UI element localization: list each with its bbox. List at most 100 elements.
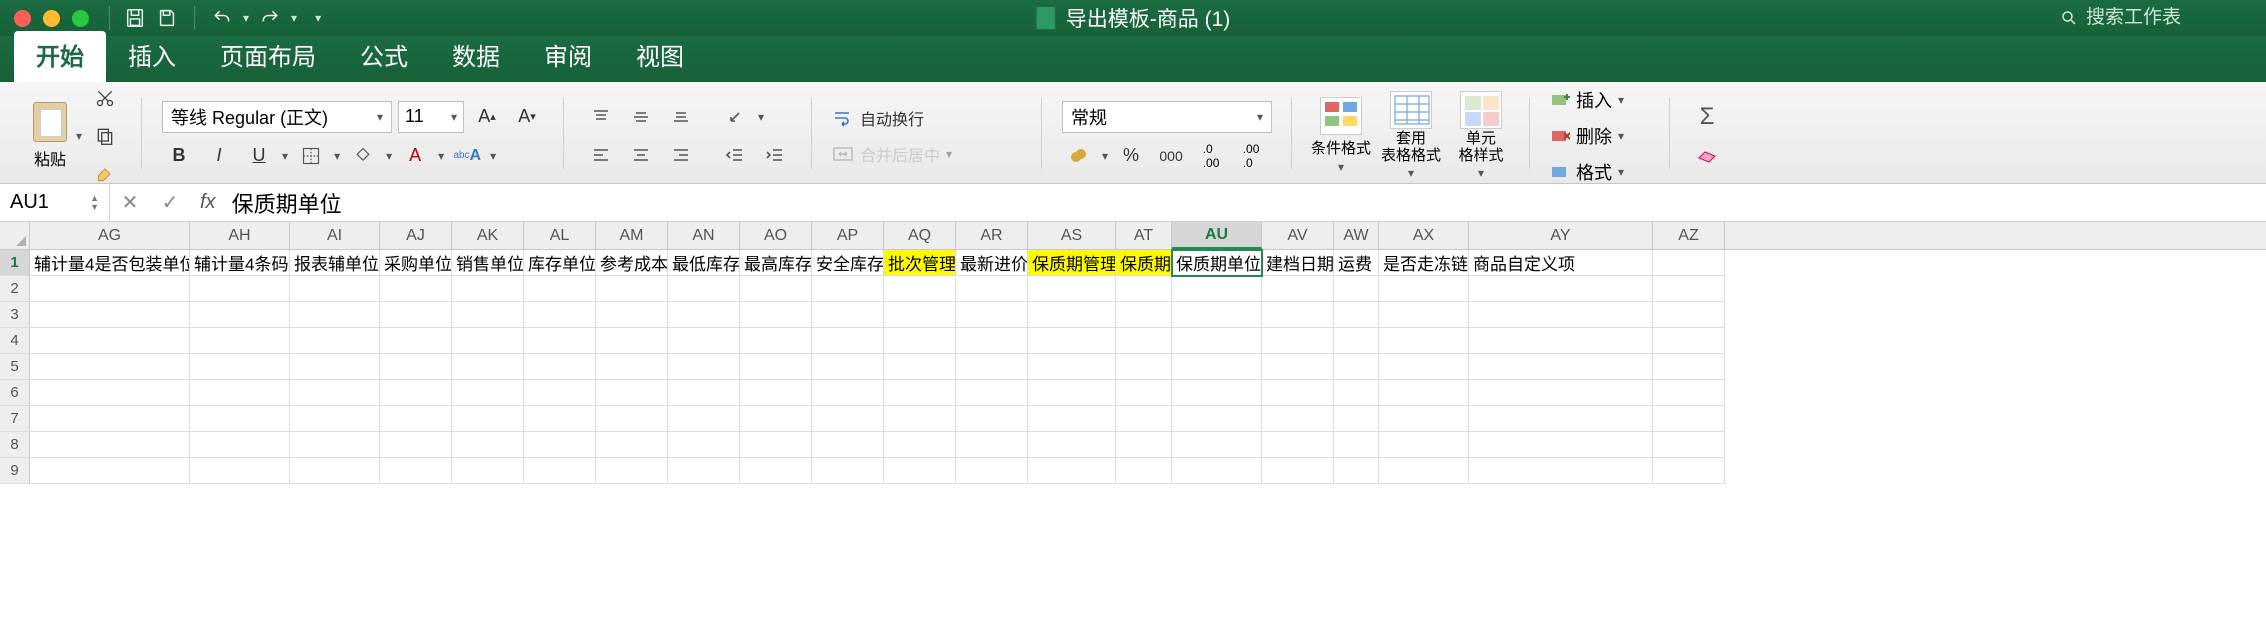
cell-AO2[interactable] [740, 276, 812, 302]
font-size-select[interactable]: 11▾ [398, 101, 464, 133]
cell-AL9[interactable] [524, 458, 596, 484]
cell-AP3[interactable] [812, 302, 884, 328]
cell-AP9[interactable] [812, 458, 884, 484]
cell-AK5[interactable] [452, 354, 524, 380]
decrease-decimal-button[interactable]: .00.0 [1234, 141, 1268, 171]
italic-button[interactable]: I [202, 141, 236, 171]
undo-icon[interactable] [211, 8, 233, 28]
cell-AH1[interactable]: 辅计量4条码 [190, 250, 290, 276]
cell-AX4[interactable] [1379, 328, 1469, 354]
cell-AG8[interactable] [30, 432, 190, 458]
column-header-AN[interactable]: AN [668, 222, 740, 249]
save-as-icon[interactable] [156, 7, 178, 29]
cell-AN9[interactable] [668, 458, 740, 484]
cell-AU2[interactable] [1172, 276, 1262, 302]
cell-AY7[interactable] [1469, 406, 1653, 432]
align-middle-button[interactable] [624, 102, 658, 132]
align-right-button[interactable] [664, 140, 698, 170]
cell-AI2[interactable] [290, 276, 380, 302]
cell-AN2[interactable] [668, 276, 740, 302]
cell-AR3[interactable] [956, 302, 1028, 328]
enter-formula-button[interactable]: ✓ [150, 190, 190, 215]
tab-数据[interactable]: 数据 [430, 31, 522, 82]
cell-AM6[interactable] [596, 380, 668, 406]
cell-AY4[interactable] [1469, 328, 1653, 354]
cell-AX5[interactable] [1379, 354, 1469, 380]
format-cells-button[interactable]: 格式▾ [1550, 158, 1650, 186]
cell-AH2[interactable] [190, 276, 290, 302]
column-header-AV[interactable]: AV [1262, 222, 1334, 249]
cell-AJ6[interactable] [380, 380, 452, 406]
decrease-font-button[interactable]: A▾ [510, 102, 544, 132]
cell-AR1[interactable]: 最新进价 [956, 250, 1028, 276]
cell-AT7[interactable] [1116, 406, 1172, 432]
cell-AV2[interactable] [1262, 276, 1334, 302]
column-header-AZ[interactable]: AZ [1653, 222, 1725, 249]
cell-AV4[interactable] [1262, 328, 1334, 354]
cell-AO5[interactable] [740, 354, 812, 380]
formula-value[interactable]: 保质期单位 [226, 187, 348, 219]
cell-AS5[interactable] [1028, 354, 1116, 380]
cell-AP4[interactable] [812, 328, 884, 354]
cell-AL6[interactable] [524, 380, 596, 406]
redo-icon[interactable] [259, 8, 281, 28]
cell-AW2[interactable] [1334, 276, 1379, 302]
tab-公式[interactable]: 公式 [338, 31, 430, 82]
cell-AN5[interactable] [668, 354, 740, 380]
cell-AU5[interactable] [1172, 354, 1262, 380]
cell-AV5[interactable] [1262, 354, 1334, 380]
redo-dropdown-icon[interactable]: ▾ [291, 11, 297, 25]
cell-AK6[interactable] [452, 380, 524, 406]
phonetic-dropdown-icon[interactable]: ▾ [490, 149, 496, 163]
cell-AV9[interactable] [1262, 458, 1334, 484]
column-header-AS[interactable]: AS [1028, 222, 1116, 249]
cell-AY2[interactable] [1469, 276, 1653, 302]
clear-button[interactable] [1690, 140, 1724, 170]
tab-页面布局[interactable]: 页面布局 [198, 31, 338, 82]
cell-AM4[interactable] [596, 328, 668, 354]
cell-AP7[interactable] [812, 406, 884, 432]
column-header-AH[interactable]: AH [190, 222, 290, 249]
column-header-AT[interactable]: AT [1116, 222, 1172, 249]
column-header-AR[interactable]: AR [956, 222, 1028, 249]
cell-AI5[interactable] [290, 354, 380, 380]
select-all-corner[interactable] [0, 222, 30, 249]
cell-AX1[interactable]: 是否走冻链 [1379, 250, 1469, 276]
cell-style-button[interactable]: 单元 格样式▾ [1446, 91, 1516, 180]
cell-AX2[interactable] [1379, 276, 1469, 302]
cell-AK3[interactable] [452, 302, 524, 328]
cell-AU4[interactable] [1172, 328, 1262, 354]
cell-AX9[interactable] [1379, 458, 1469, 484]
font-color-dropdown-icon[interactable]: ▾ [438, 149, 444, 163]
cell-AN8[interactable] [668, 432, 740, 458]
cell-AR5[interactable] [956, 354, 1028, 380]
cell-AS2[interactable] [1028, 276, 1116, 302]
cell-AN1[interactable]: 最低库存 [668, 250, 740, 276]
cell-AW7[interactable] [1334, 406, 1379, 432]
cell-AV8[interactable] [1262, 432, 1334, 458]
cell-AP5[interactable] [812, 354, 884, 380]
cell-AL8[interactable] [524, 432, 596, 458]
cell-AN7[interactable] [668, 406, 740, 432]
column-header-AI[interactable]: AI [290, 222, 380, 249]
cell-AH8[interactable] [190, 432, 290, 458]
row-header-1[interactable]: 1 [0, 250, 30, 276]
tab-视图[interactable]: 视图 [614, 31, 706, 82]
column-header-AO[interactable]: AO [740, 222, 812, 249]
cell-AL7[interactable] [524, 406, 596, 432]
cell-AS8[interactable] [1028, 432, 1116, 458]
cell-AL5[interactable] [524, 354, 596, 380]
cell-AQ8[interactable] [884, 432, 956, 458]
cell-AL3[interactable] [524, 302, 596, 328]
cell-AX7[interactable] [1379, 406, 1469, 432]
cell-AQ5[interactable] [884, 354, 956, 380]
cell-AU9[interactable] [1172, 458, 1262, 484]
autosum-button[interactable]: Σ [1690, 102, 1724, 132]
cell-AW3[interactable] [1334, 302, 1379, 328]
increase-indent-button[interactable] [758, 140, 792, 170]
cell-AZ7[interactable] [1653, 406, 1725, 432]
cell-AH7[interactable] [190, 406, 290, 432]
align-left-button[interactable] [584, 140, 618, 170]
cell-AO3[interactable] [740, 302, 812, 328]
cell-AQ3[interactable] [884, 302, 956, 328]
